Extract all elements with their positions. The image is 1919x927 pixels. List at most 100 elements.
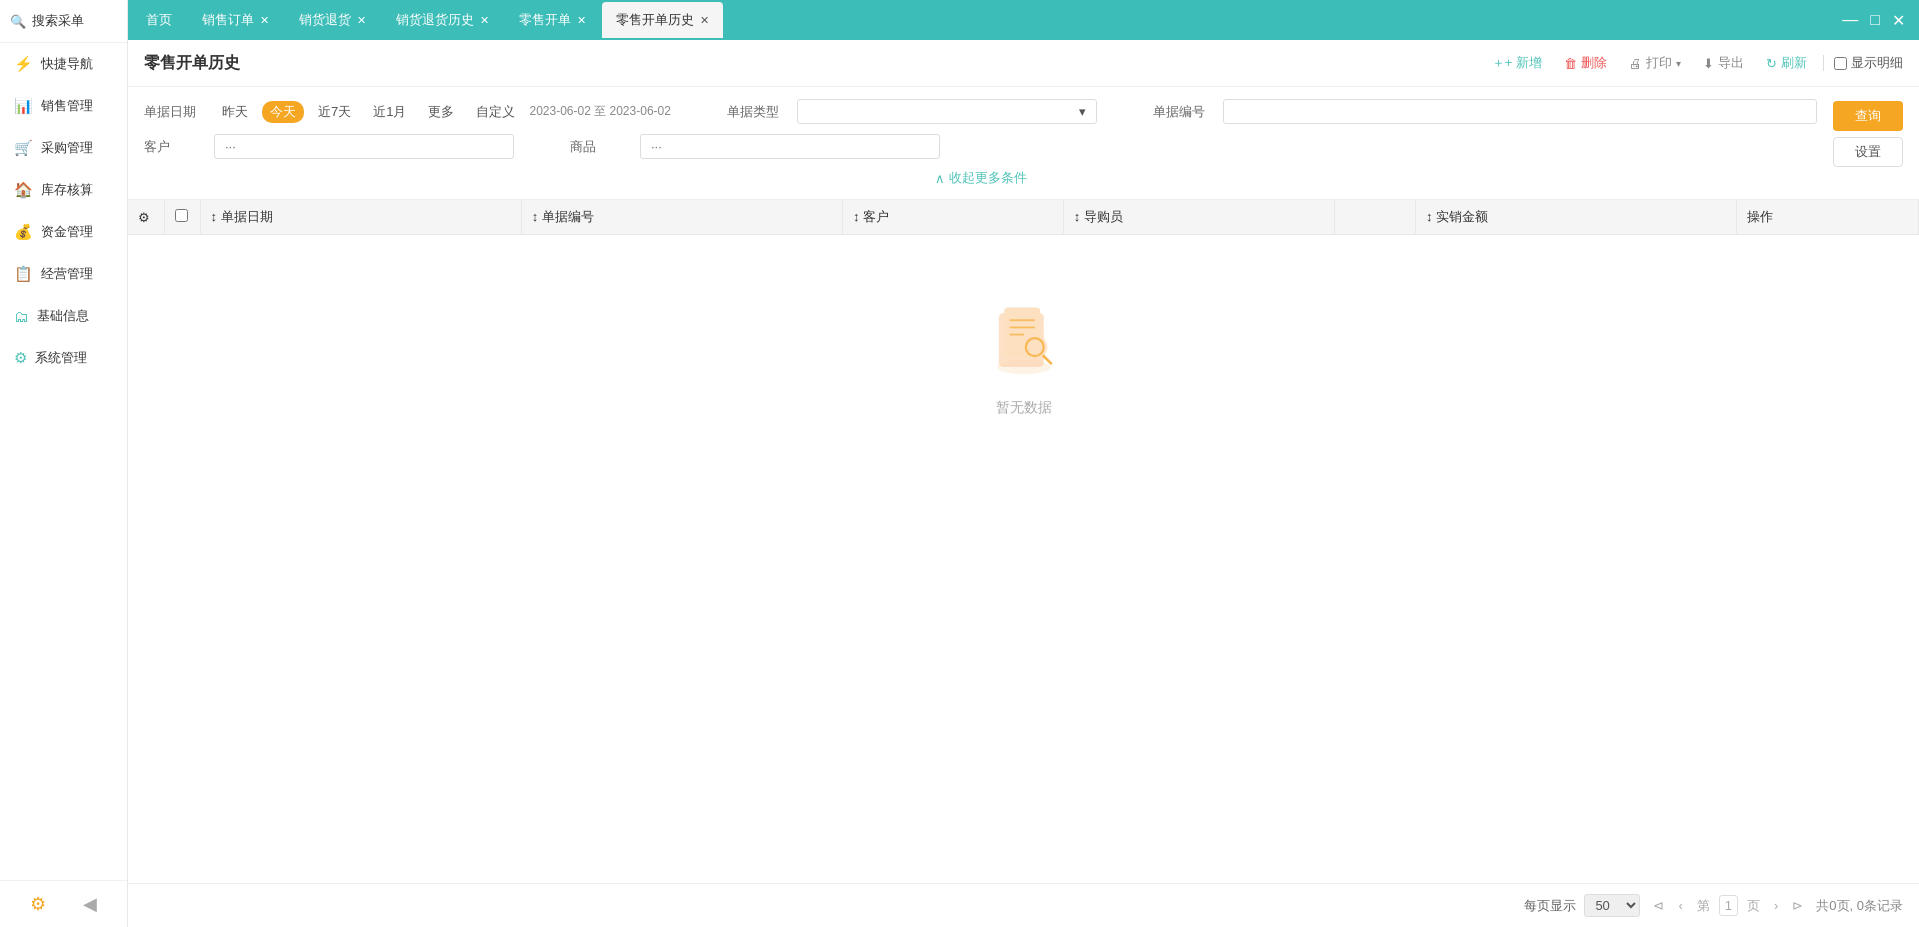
last-page-btn[interactable]: ⊳ [1787, 896, 1808, 915]
tab-close-icon[interactable]: ✕ [357, 14, 366, 27]
close-btn[interactable]: ✕ [1892, 11, 1905, 30]
sidebar-search[interactable]: 🔍 搜索采单 [0, 0, 127, 43]
date-btn-7days[interactable]: 近7天 [310, 101, 359, 123]
prev-page-btn[interactable]: ‹ [1673, 896, 1687, 915]
page-header: 零售开单历史 ＋ + 新增 🗑 删除 🖨 打印 ▾ ⬇ 导出 [128, 40, 1919, 87]
sidebar-item-base-info[interactable]: 🗂 基础信息 [0, 295, 127, 337]
collapse-icon[interactable]: ◀ [83, 893, 97, 915]
next-page-btn[interactable]: › [1769, 896, 1783, 915]
purchase-icon: 🛒 [14, 139, 33, 157]
col-settings[interactable]: ⚙ [128, 200, 164, 235]
settings-button[interactable]: 设置 [1833, 137, 1903, 167]
show-detail-checkbox[interactable] [1834, 57, 1847, 70]
page-suffix: 页 [1742, 895, 1765, 917]
sidebar-item-sys-mgmt[interactable]: ⚙ 系统管理 [0, 337, 127, 379]
tab-sales-return-label: 销货退货 [299, 11, 351, 29]
bill-no-label: 单据编号 [1153, 103, 1207, 121]
tab-home-label: 首页 [146, 11, 172, 29]
export-button[interactable]: ⬇ 导出 [1697, 50, 1750, 76]
tab-close-icon[interactable]: ✕ [577, 14, 586, 27]
per-page-select[interactable]: 50 20 100 [1584, 894, 1640, 917]
sales-icon: 📊 [14, 97, 33, 115]
bill-no-input[interactable] [1234, 104, 1402, 119]
collapse-row[interactable]: ∧ 收起更多条件 [144, 169, 1817, 187]
col-date[interactable]: ↕ 单据日期 [200, 200, 521, 235]
query-button[interactable]: 查询 [1833, 101, 1903, 131]
per-page-label: 每页显示 [1524, 897, 1576, 915]
col-action: 操作 [1737, 200, 1919, 235]
show-detail-checkbox-label[interactable]: 显示明细 [1834, 54, 1903, 72]
bill-no-input-wrap[interactable] [1223, 99, 1817, 124]
add-button[interactable]: ＋ + 新增 [1486, 50, 1548, 76]
sidebar-item-finance[interactable]: 💰 资金管理 [0, 211, 127, 253]
add-icon: ＋ [1492, 54, 1505, 72]
date-buttons: 昨天 今天 近7天 近1月 更多 自定义 2023-06-02 至 2023-0… [214, 101, 671, 123]
goods-input[interactable] [651, 139, 819, 154]
col-salesperson[interactable]: ↕ 导购员 [1063, 200, 1334, 235]
customer-label: 客户 [144, 138, 198, 156]
maximize-btn[interactable]: □ [1870, 11, 1880, 30]
page-nav: ⊲ ‹ 第 1 页 › ⊳ [1648, 895, 1808, 917]
tab-sales-return-history[interactable]: 销货退货历史 ✕ [382, 2, 503, 38]
tab-close-icon[interactable]: ✕ [700, 14, 709, 27]
tab-close-icon[interactable]: ✕ [260, 14, 269, 27]
goods-input-wrap[interactable] [640, 134, 940, 159]
customer-input[interactable] [225, 139, 393, 154]
tab-retail-open[interactable]: 零售开单 ✕ [505, 2, 600, 38]
col-no[interactable]: ↕ 单据编号 [521, 200, 842, 235]
col-customer[interactable]: ↕ 客户 [843, 200, 1064, 235]
quick-nav-icon: ⚡ [14, 55, 33, 73]
settings-icon[interactable]: ⚙ [30, 893, 46, 915]
customer-input-wrap[interactable] [214, 134, 514, 159]
col-amount[interactable]: ↕ 实销金额 [1416, 200, 1737, 235]
export-icon: ⬇ [1703, 56, 1714, 71]
col-spacer [1334, 200, 1415, 235]
print-dropdown-icon: ▾ [1676, 58, 1681, 69]
empty-text: 暂无数据 [996, 399, 1052, 417]
delete-button[interactable]: 🗑 删除 [1558, 50, 1613, 76]
sidebar-item-label: 经营管理 [41, 265, 93, 283]
bill-type-select[interactable]: ▾ [797, 99, 1097, 124]
col-checkbox[interactable] [164, 200, 200, 235]
refresh-button[interactable]: ↻ 刷新 [1760, 50, 1813, 76]
print-button[interactable]: 🖨 打印 ▾ [1623, 50, 1687, 76]
sidebar-item-purchase-mgmt[interactable]: 🛒 采购管理 [0, 127, 127, 169]
first-page-btn[interactable]: ⊲ [1648, 896, 1669, 915]
page-title: 零售开单历史 [144, 53, 240, 74]
empty-state: 暂无数据 [128, 235, 1919, 477]
sidebar-item-label: 销售管理 [41, 97, 93, 115]
page-number[interactable]: 1 [1719, 895, 1738, 916]
tab-retail-open-history[interactable]: 零售开单历史 ✕ [602, 2, 723, 38]
svg-line-8 [1043, 356, 1050, 363]
sidebar-item-label: 资金管理 [41, 223, 93, 241]
sidebar-item-inventory[interactable]: 🏠 库存核算 [0, 169, 127, 211]
tab-sales-return[interactable]: 销货退货 ✕ [285, 2, 380, 38]
inventory-icon: 🏠 [14, 181, 33, 199]
tab-sales-order[interactable]: 销售订单 ✕ [188, 2, 283, 38]
date-btn-1month[interactable]: 近1月 [365, 101, 414, 123]
toolbar: ＋ + 新增 🗑 删除 🖨 打印 ▾ ⬇ 导出 ↻ [1486, 50, 1903, 76]
sidebar-item-operations[interactable]: 📋 经营管理 [0, 253, 127, 295]
date-btn-custom[interactable]: 自定义 [468, 101, 523, 123]
date-btn-yesterday[interactable]: 昨天 [214, 101, 256, 123]
tab-close-icon[interactable]: ✕ [480, 14, 489, 27]
tab-home[interactable]: 首页 [132, 2, 186, 38]
date-btn-more[interactable]: 更多 [420, 101, 462, 123]
tab-bar: 首页 销售订单 ✕ 销货退货 ✕ 销货退货历史 ✕ 零售开单 ✕ 零售开单历史 … [128, 0, 1919, 40]
collapse-label: 收起更多条件 [949, 169, 1027, 187]
refresh-icon: ↻ [1766, 56, 1777, 71]
print-icon: 🖨 [1629, 56, 1642, 71]
delete-icon: 🗑 [1564, 56, 1577, 71]
sidebar-item-quick-nav[interactable]: ⚡ 快捷导航 [0, 43, 127, 85]
select-all-checkbox[interactable] [175, 209, 188, 222]
sidebar-item-label: 采购管理 [41, 139, 93, 157]
tab-retail-open-label: 零售开单 [519, 11, 571, 29]
sidebar-item-sales-mgmt[interactable]: 📊 销售管理 [0, 85, 127, 127]
search-icon: 🔍 [10, 14, 26, 29]
date-btn-today[interactable]: 今天 [262, 101, 304, 123]
base-info-icon: 🗂 [14, 308, 29, 325]
total-text: 共0页, 0条记录 [1816, 897, 1903, 915]
sidebar-item-label: 系统管理 [35, 349, 87, 367]
minimize-btn[interactable]: — [1842, 11, 1858, 30]
toolbar-divider [1823, 55, 1824, 71]
